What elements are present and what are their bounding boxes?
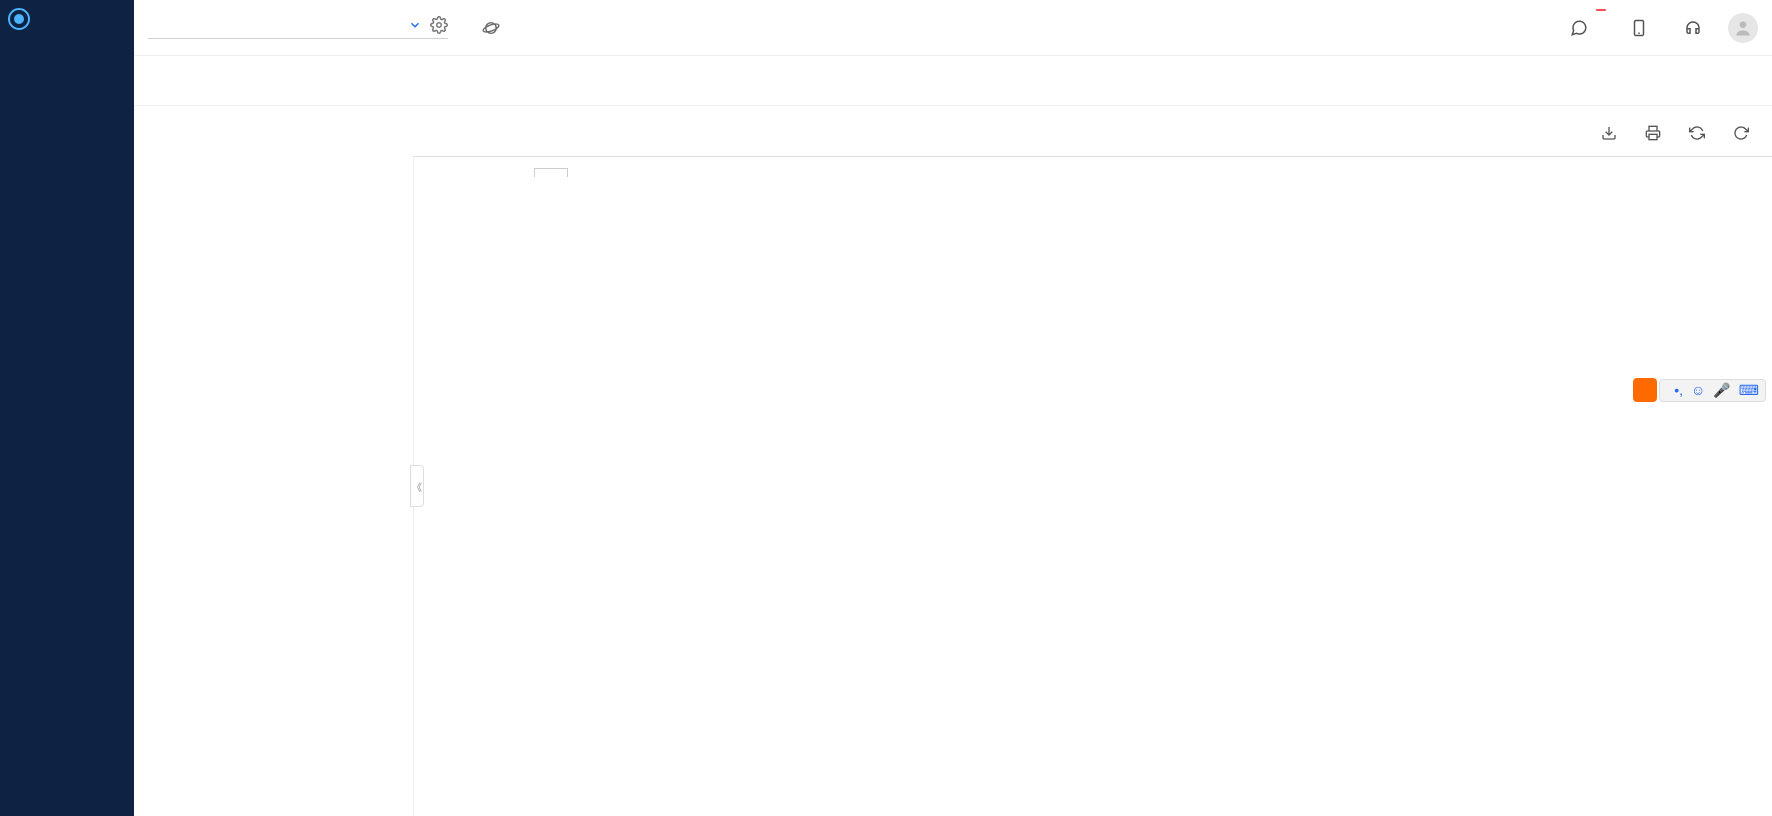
headset-icon	[1684, 19, 1702, 37]
report-list	[134, 156, 414, 816]
messages-button[interactable]	[1570, 19, 1592, 37]
phone-icon	[1630, 19, 1648, 37]
tab-bar	[134, 56, 1772, 106]
app-download-button[interactable]	[1630, 19, 1652, 37]
reset-button[interactable]	[1688, 124, 1710, 142]
logo	[0, 0, 134, 34]
ime-badge	[1633, 378, 1657, 402]
ime-face-icon[interactable]: ☺	[1691, 382, 1705, 398]
ime-punct-icon[interactable]: •,	[1674, 382, 1683, 398]
topbar	[134, 0, 1772, 56]
gear-icon[interactable]	[430, 16, 448, 34]
avatar[interactable]	[1728, 13, 1758, 43]
print-button[interactable]	[1644, 124, 1666, 142]
demo-link[interactable]	[482, 19, 506, 37]
download-button[interactable]	[1600, 124, 1622, 142]
ime-mic-icon[interactable]: 🎤	[1713, 382, 1730, 399]
collapse-handle[interactable]: 《	[410, 465, 424, 507]
toolbar	[1600, 120, 1754, 142]
reset-icon	[1688, 124, 1706, 142]
main-nav	[0, 42, 134, 816]
sidebar	[0, 0, 134, 816]
refresh-button[interactable]	[1732, 124, 1754, 142]
spreadsheet[interactable]	[414, 156, 1772, 816]
print-icon	[1644, 124, 1662, 142]
ime-toolbar[interactable]: •, ☺ 🎤 ⌨	[1633, 378, 1766, 402]
brand-icon	[8, 8, 30, 30]
edition-label	[0, 34, 134, 42]
sheet-tab-bar	[414, 156, 1772, 188]
chevron-down-icon[interactable]	[406, 16, 424, 34]
search-box[interactable]	[148, 16, 448, 39]
sheet-tab[interactable]	[534, 168, 568, 177]
chat-icon	[1570, 19, 1588, 37]
refresh-icon	[1732, 124, 1750, 142]
badge	[1596, 9, 1606, 11]
ime-keyboard-icon[interactable]: ⌨	[1739, 382, 1759, 399]
planet-icon	[482, 19, 500, 37]
customer-service-button[interactable]	[1684, 19, 1706, 37]
download-icon	[1600, 124, 1618, 142]
